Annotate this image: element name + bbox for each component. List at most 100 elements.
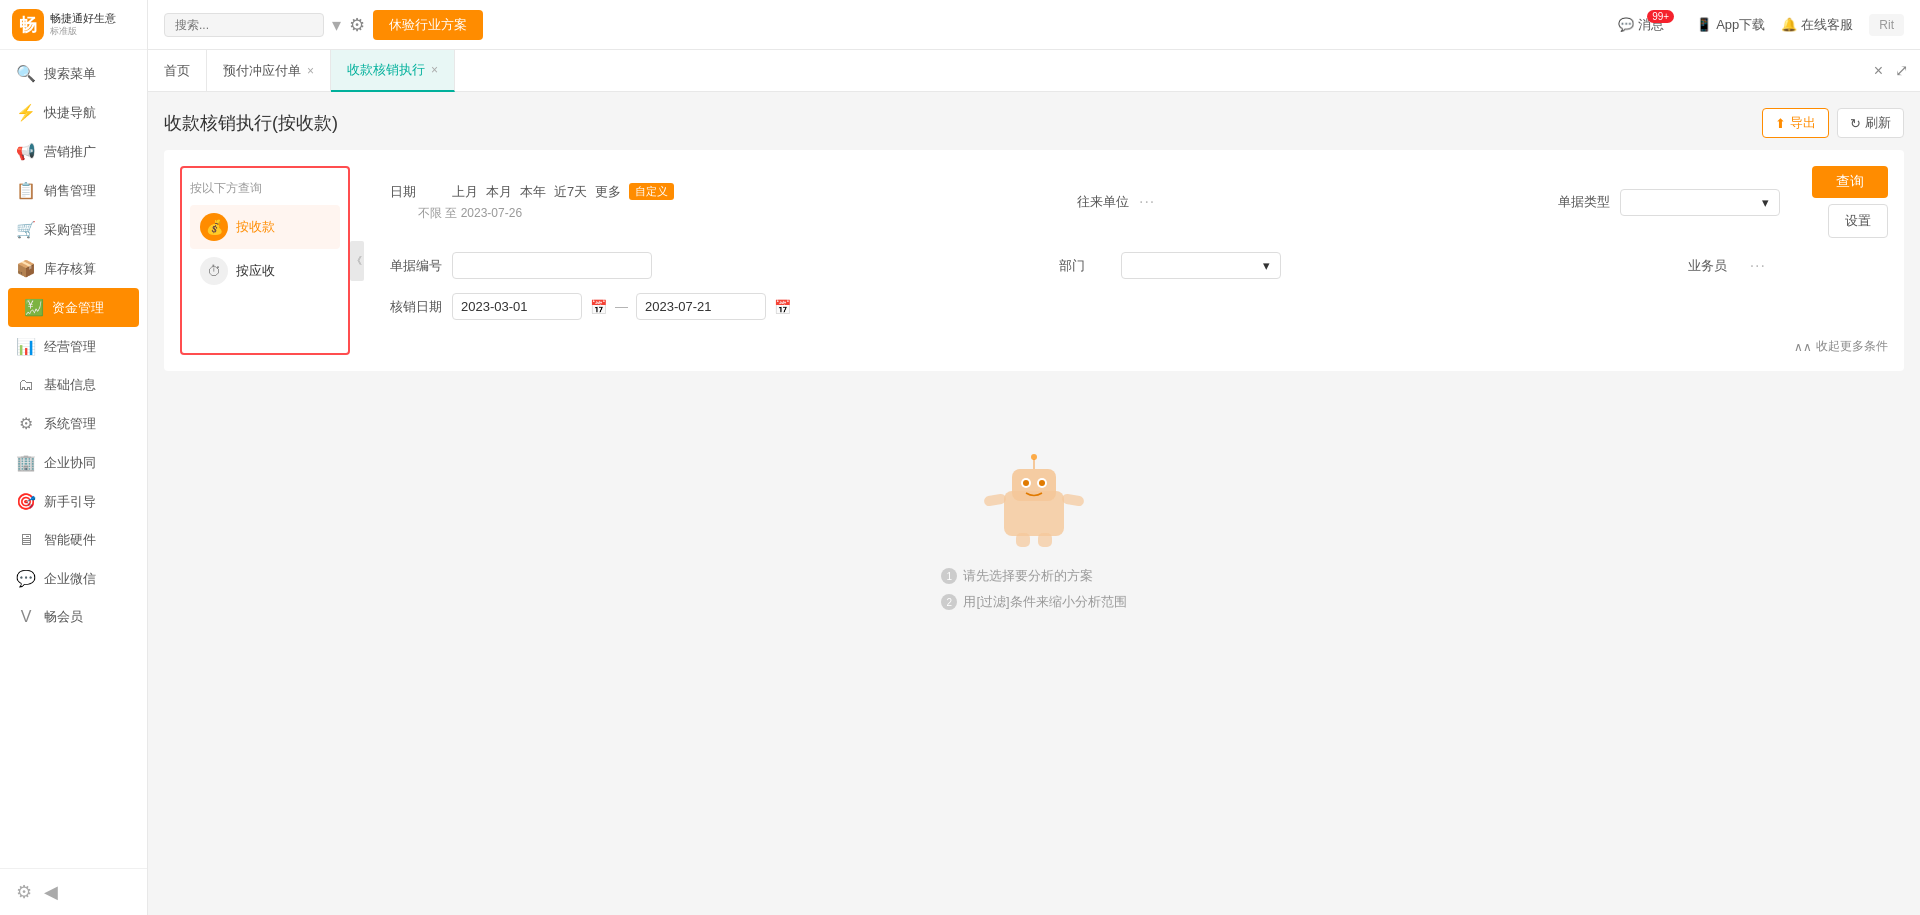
sidebar-item-13[interactable]: 💬企业微信 bbox=[0, 559, 147, 598]
gear-icon[interactable]: ⚙ bbox=[349, 14, 365, 36]
doc-no-input[interactable] bbox=[452, 252, 652, 279]
filter-by-receipt[interactable]: 💰 按收款 bbox=[190, 205, 340, 249]
staff-input[interactable]: ··· bbox=[1750, 257, 1766, 275]
collapse-more-btn[interactable]: ∧∧ 收起更多条件 bbox=[390, 338, 1888, 355]
topbar-left: ▾ ⚙ 休验行业方案 bbox=[164, 10, 1606, 40]
sidebar-item-14[interactable]: V畅会员 bbox=[0, 598, 147, 636]
tab-prepay[interactable]: 预付冲应付单 × bbox=[207, 50, 331, 92]
app-download-btn[interactable]: 📱 App下载 bbox=[1696, 16, 1765, 34]
verify-date-range: 📅 — 📅 bbox=[452, 293, 791, 320]
svg-rect-8 bbox=[1016, 533, 1030, 547]
verify-label: 收款核销执行 bbox=[347, 61, 425, 79]
settings-icon[interactable]: ⚙ bbox=[16, 881, 32, 903]
search-input[interactable] bbox=[164, 13, 324, 37]
staff-field: 业务员 ··· bbox=[1688, 257, 1782, 275]
refresh-icon: ↻ bbox=[1850, 116, 1861, 131]
sidebar-item-10[interactable]: 🏢企业协同 bbox=[0, 443, 147, 482]
sidebar-icon-9: ⚙ bbox=[16, 414, 36, 433]
page-title: 收款核销执行(按收款) bbox=[164, 111, 338, 135]
sidebar-label-2: 营销推广 bbox=[44, 143, 96, 161]
dropdown-icon[interactable]: ▾ bbox=[332, 14, 341, 36]
doc-type-field: 单据类型 ▾ bbox=[1558, 189, 1780, 216]
query-btn[interactable]: 查询 bbox=[1812, 166, 1888, 198]
staff-label: 业务员 bbox=[1688, 257, 1742, 275]
tab-verify[interactable]: 收款核销执行 × bbox=[331, 50, 455, 92]
shortcut-last-month[interactable]: 上月 bbox=[452, 183, 478, 201]
sidebar-item-5[interactable]: 📦库存核算 bbox=[0, 249, 147, 288]
sidebar-label-9: 系统管理 bbox=[44, 415, 96, 433]
sidebar-item-2[interactable]: 📢营销推广 bbox=[0, 132, 147, 171]
sidebar-icon-13: 💬 bbox=[16, 569, 36, 588]
logo-icon: 畅 bbox=[12, 9, 44, 41]
filter-panel-title: 按以下方查询 bbox=[190, 180, 340, 197]
tip-num-1: 1 bbox=[941, 568, 957, 584]
sidebar-label-12: 智能硬件 bbox=[44, 531, 96, 549]
sidebar-item-0[interactable]: 🔍搜索菜单 bbox=[0, 54, 147, 93]
verify-end-input[interactable] bbox=[636, 293, 766, 320]
user-info[interactable]: Rit bbox=[1869, 14, 1904, 36]
doc-no-label: 单据编号 bbox=[390, 257, 444, 275]
sidebar-item-12[interactable]: 🖥 智能硬件 bbox=[0, 521, 147, 559]
industry-btn[interactable]: 休验行业方案 bbox=[373, 10, 483, 40]
refresh-btn[interactable]: ↻ 刷新 bbox=[1837, 108, 1904, 138]
receivable-icon: ⏱ bbox=[200, 257, 228, 285]
shortcut-7days[interactable]: 近7天 bbox=[554, 183, 587, 201]
collapse-more-label: 收起更多条件 bbox=[1816, 338, 1888, 355]
sidebar-icon-5: 📦 bbox=[16, 259, 36, 278]
sidebar-item-1[interactable]: ⚡快捷导航 bbox=[0, 93, 147, 132]
tab-home[interactable]: 首页 bbox=[148, 50, 207, 92]
partner-input[interactable]: ··· bbox=[1139, 193, 1155, 211]
sidebar-icon-12: 🖥 bbox=[16, 531, 36, 549]
sidebar-label-3: 销售管理 bbox=[44, 182, 96, 200]
svg-point-11 bbox=[1031, 454, 1037, 460]
setting-btn[interactable]: 设置 bbox=[1828, 204, 1888, 238]
topbar: ▾ ⚙ 休验行业方案 💬 消息 99+ 📱 App下载 🔔 在线客服 Rit bbox=[148, 0, 1920, 50]
msg-btn[interactable]: 💬 消息 99+ bbox=[1618, 16, 1664, 34]
page-content: 收款核销执行(按收款) ⬆ 导出 ↻ 刷新 按以下方查询 💰 按收款 bbox=[148, 92, 1920, 915]
shortcut-this-year[interactable]: 本年 bbox=[520, 183, 546, 201]
sidebar-item-6[interactable]: 💹资金管理 bbox=[8, 288, 139, 327]
shortcut-more[interactable]: 更多 bbox=[595, 183, 621, 201]
verify-start-cal-icon[interactable]: 📅 bbox=[590, 299, 607, 315]
left-panel-collapse-btn[interactable]: 《 bbox=[350, 241, 364, 281]
filter-by-receivable[interactable]: ⏱ 按应收 bbox=[190, 249, 340, 293]
sidebar-label-4: 采购管理 bbox=[44, 221, 96, 239]
app-icon: 📱 bbox=[1696, 17, 1712, 32]
sidebar-item-3[interactable]: 📋销售管理 bbox=[0, 171, 147, 210]
sidebar-item-11[interactable]: 🎯新手引导 bbox=[0, 482, 147, 521]
online-service-btn[interactable]: 🔔 在线客服 bbox=[1781, 16, 1853, 34]
shortcut-this-month[interactable]: 本月 bbox=[486, 183, 512, 201]
dept-label: 部门 bbox=[1059, 257, 1113, 275]
tip-text-1: 请先选择要分析的方案 bbox=[963, 567, 1093, 585]
sidebar-icon-8: 🗂 bbox=[16, 376, 36, 394]
sidebar-item-9[interactable]: ⚙ 系统管理 bbox=[0, 404, 147, 443]
empty-tips: 1 请先选择要分析的方案 2 用[过滤]条件来缩小分析范围 bbox=[941, 567, 1126, 611]
sidebar-item-4[interactable]: 🛒采购管理 bbox=[0, 210, 147, 249]
sidebar-footer: ⚙ ◀ bbox=[0, 868, 147, 915]
sidebar-label-1: 快捷导航 bbox=[44, 104, 96, 122]
dept-select[interactable]: ▾ bbox=[1121, 252, 1281, 279]
empty-tip-2: 2 用[过滤]条件来缩小分析范围 bbox=[941, 593, 1126, 611]
page-header: 收款核销执行(按收款) ⬆ 导出 ↻ 刷新 bbox=[164, 108, 1904, 138]
doc-type-select[interactable]: ▾ bbox=[1620, 189, 1780, 216]
sidebar-item-8[interactable]: 🗂基础信息 bbox=[0, 366, 147, 404]
date-shortcuts: 上月 本月 本年 近7天 更多 自定义 bbox=[452, 183, 674, 201]
export-icon: ⬆ bbox=[1775, 116, 1786, 131]
close-tab-icon[interactable]: × bbox=[1870, 58, 1887, 84]
sidebar-label-14: 畅会员 bbox=[44, 608, 83, 626]
verify-start-input[interactable] bbox=[452, 293, 582, 320]
prepay-close-icon[interactable]: × bbox=[307, 64, 314, 78]
export-btn[interactable]: ⬆ 导出 bbox=[1762, 108, 1829, 138]
sidebar-icon-0: 🔍 bbox=[16, 64, 36, 83]
app-download-label: App下载 bbox=[1716, 16, 1765, 34]
verify-close-icon[interactable]: × bbox=[431, 63, 438, 77]
tabbar: 首页 预付冲应付单 × 收款核销执行 × × ⤢ bbox=[148, 50, 1920, 92]
sidebar-item-7[interactable]: 📊经营管理 bbox=[0, 327, 147, 366]
collapse-sidebar-icon[interactable]: ◀ bbox=[44, 881, 58, 903]
collapse-up-icon: ∧∧ bbox=[1794, 340, 1812, 354]
sidebar-label-6: 资金管理 bbox=[52, 299, 104, 317]
fullscreen-icon[interactable]: ⤢ bbox=[1891, 57, 1912, 84]
sidebar-label-7: 经营管理 bbox=[44, 338, 96, 356]
sidebar-icon-10: 🏢 bbox=[16, 453, 36, 472]
verify-end-cal-icon[interactable]: 📅 bbox=[774, 299, 791, 315]
